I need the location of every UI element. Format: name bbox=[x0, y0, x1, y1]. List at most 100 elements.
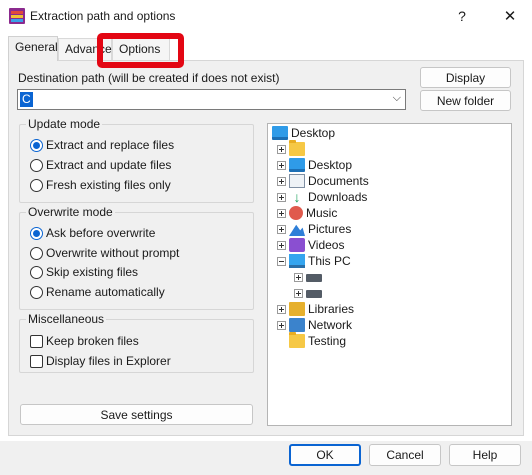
help-icon[interactable]: ? bbox=[440, 0, 484, 32]
help-button[interactable]: Help bbox=[449, 444, 521, 466]
tree-item-label: Documents bbox=[308, 174, 369, 188]
save-settings-button[interactable]: Save settings bbox=[20, 404, 253, 425]
tree-item-testing[interactable]: Testing bbox=[277, 332, 347, 349]
checkbox-icon[interactable] bbox=[30, 354, 43, 368]
tree-item-pictures[interactable]: Pictures bbox=[277, 221, 351, 237]
expand-icon[interactable] bbox=[277, 144, 286, 154]
destination-path-label: Destination path (will be created if doe… bbox=[18, 71, 280, 85]
checkbox-label: Keep broken files bbox=[46, 334, 139, 348]
expand-icon[interactable] bbox=[277, 192, 286, 202]
cancel-button[interactable]: Cancel bbox=[369, 444, 441, 466]
checkbox-icon[interactable] bbox=[30, 334, 43, 348]
tree-item-label: Testing bbox=[308, 334, 347, 348]
radio-label: Overwrite without prompt bbox=[46, 246, 180, 260]
tree-item-music[interactable]: Music bbox=[277, 205, 337, 221]
radio-ask-before-overwrite[interactable]: Ask before overwrite bbox=[30, 225, 155, 241]
expand-icon[interactable] bbox=[277, 224, 286, 234]
expand-icon[interactable] bbox=[277, 320, 286, 330]
title-bar: Extraction path and options ? ✕ bbox=[0, 0, 532, 32]
desktop-icon bbox=[289, 158, 305, 172]
radio-icon[interactable] bbox=[30, 158, 43, 172]
radio-label: Extract and update files bbox=[46, 158, 172, 172]
checkbox-display-files-explorer[interactable]: Display files in Explorer bbox=[30, 353, 171, 369]
tree-item-label: Libraries bbox=[308, 302, 355, 316]
chevron-down-icon[interactable]: ⌵ bbox=[393, 92, 401, 105]
radio-selected-icon[interactable] bbox=[30, 226, 43, 240]
folder-icon bbox=[289, 140, 305, 156]
display-button[interactable]: Display bbox=[420, 67, 511, 88]
radio-fresh-existing[interactable]: Fresh existing files only bbox=[30, 177, 171, 193]
tree-item-desktop[interactable]: Desktop bbox=[277, 157, 352, 173]
tree-item-videos[interactable]: Videos bbox=[277, 237, 344, 253]
computer-icon bbox=[289, 254, 305, 268]
libraries-icon bbox=[289, 302, 305, 316]
radio-label: Fresh existing files only bbox=[46, 178, 171, 192]
radio-extract-replace[interactable]: Extract and replace files bbox=[30, 137, 174, 153]
miscellaneous-title: Miscellaneous bbox=[26, 312, 107, 326]
tree-item-label: Music bbox=[306, 206, 338, 220]
videos-icon bbox=[289, 238, 305, 252]
overwrite-mode-title: Overwrite mode bbox=[26, 205, 115, 219]
tree-item-user-folder[interactable] bbox=[277, 140, 308, 157]
tree-item-label: Pictures bbox=[308, 222, 352, 236]
pictures-icon bbox=[289, 224, 305, 236]
ok-button[interactable]: OK bbox=[289, 444, 361, 466]
tree-item-label: Desktop bbox=[291, 126, 336, 140]
destination-path-value[interactable]: C bbox=[20, 92, 33, 107]
tree-item-network[interactable]: Network bbox=[277, 317, 352, 333]
music-icon bbox=[289, 206, 303, 220]
drive-icon bbox=[306, 290, 322, 298]
expand-icon[interactable] bbox=[277, 160, 286, 170]
radio-icon[interactable] bbox=[30, 285, 43, 299]
expand-icon[interactable] bbox=[294, 272, 303, 282]
radio-extract-update[interactable]: Extract and update files bbox=[30, 157, 171, 173]
close-icon[interactable]: ✕ bbox=[488, 0, 532, 32]
expand-icon[interactable] bbox=[277, 240, 286, 250]
radio-overwrite-without-prompt[interactable]: Overwrite without prompt bbox=[30, 245, 179, 261]
expand-icon[interactable] bbox=[277, 304, 286, 314]
expand-icon[interactable] bbox=[277, 176, 286, 186]
tree-item-libraries[interactable]: Libraries bbox=[277, 301, 354, 317]
winrar-app-icon bbox=[9, 8, 25, 24]
radio-label: Skip existing files bbox=[46, 265, 139, 279]
tree-item-label: Network bbox=[308, 318, 353, 332]
miscellaneous-group: Miscellaneous Keep broken files Display … bbox=[19, 312, 254, 373]
destination-path-combobox[interactable]: C ⌵ bbox=[17, 89, 406, 110]
radio-rename-automatically[interactable]: Rename automatically bbox=[30, 284, 165, 300]
new-folder-button[interactable]: New folder bbox=[420, 90, 511, 111]
radio-selected-icon[interactable] bbox=[30, 138, 43, 152]
tree-item-label: Downloads bbox=[308, 190, 368, 204]
documents-icon bbox=[289, 174, 305, 188]
expand-icon[interactable] bbox=[277, 208, 286, 218]
tab-general[interactable]: General bbox=[8, 36, 58, 61]
update-mode-group: Update mode Extract and replace files Ex… bbox=[19, 117, 254, 203]
radio-label: Ask before overwrite bbox=[46, 226, 156, 240]
checkbox-keep-broken-files[interactable]: Keep broken files bbox=[30, 333, 139, 349]
options-tab-highlight-box bbox=[97, 33, 184, 68]
radio-icon[interactable] bbox=[30, 246, 43, 260]
expand-icon[interactable] bbox=[294, 288, 303, 298]
overwrite-mode-group: Overwrite mode Ask before overwrite Over… bbox=[19, 205, 254, 310]
radio-icon[interactable] bbox=[30, 178, 43, 192]
tree-item-documents[interactable]: Documents bbox=[277, 173, 369, 189]
tree-item-label: This PC bbox=[308, 254, 351, 268]
desktop-icon bbox=[272, 126, 288, 140]
tree-item-downloads[interactable]: ↓ Downloads bbox=[277, 189, 367, 205]
tree-item-label: Videos bbox=[308, 238, 345, 252]
tree-item-label: Desktop bbox=[308, 158, 353, 172]
collapse-icon[interactable] bbox=[277, 256, 286, 266]
downloads-icon: ↓ bbox=[293, 189, 301, 205]
tree-item-desktop-root[interactable]: Desktop bbox=[272, 125, 335, 141]
radio-icon[interactable] bbox=[30, 265, 43, 279]
folder-icon bbox=[289, 332, 305, 348]
drive-icon bbox=[306, 274, 322, 282]
window-title: Extraction path and options bbox=[30, 9, 176, 23]
folder-tree[interactable]: Desktop Desktop Documents ↓ Downloads Mu… bbox=[267, 123, 512, 426]
network-icon bbox=[289, 318, 305, 332]
tree-item-drive-2[interactable] bbox=[294, 285, 325, 301]
radio-label: Extract and replace files bbox=[46, 138, 175, 152]
radio-skip-existing[interactable]: Skip existing files bbox=[30, 264, 138, 280]
tree-item-this-pc[interactable]: This PC bbox=[277, 253, 351, 269]
tab-strip: Advanced Options General bbox=[0, 36, 532, 61]
tree-item-drive-1[interactable] bbox=[294, 269, 325, 285]
